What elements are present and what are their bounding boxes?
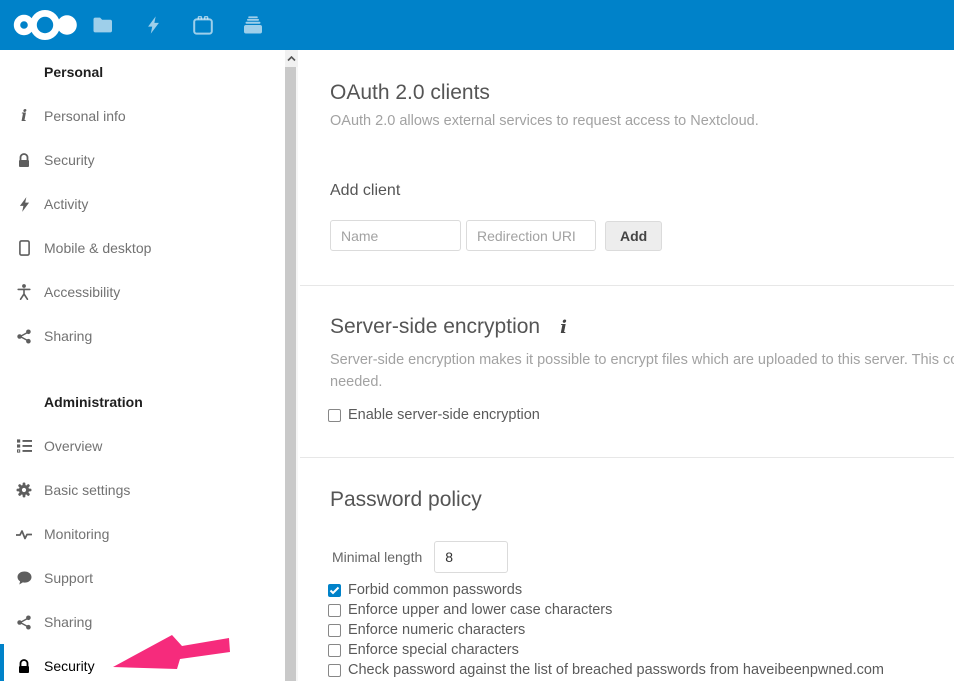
lock-icon (16, 659, 32, 674)
sidebar-caption-administration: Administration (0, 380, 300, 424)
enforce-upper-lower-checkbox[interactable]: Enforce upper and lower case characters (328, 600, 884, 620)
checkbox-unchecked[interactable] (328, 604, 341, 617)
accessibility-icon (16, 284, 32, 300)
sidebar-item-security-personal[interactable]: Security (0, 138, 300, 182)
sidebar-caption-personal: Personal (0, 50, 300, 94)
sidebar-section-gap (0, 358, 300, 380)
list-icon (16, 439, 32, 453)
share-icon (16, 329, 32, 344)
files-folder-icon[interactable] (78, 0, 128, 50)
sidebar-item-sharing-admin[interactable]: Sharing (0, 600, 300, 644)
password-policy-title: Password policy (330, 488, 482, 512)
sidebar-item-security-admin[interactable]: Security (0, 644, 300, 681)
chat-icon (16, 571, 32, 585)
sidebar-scrollbar (285, 50, 298, 681)
redirection-uri-input[interactable] (466, 220, 596, 251)
checkbox-unchecked[interactable] (328, 624, 341, 637)
sidebar-item-monitoring[interactable]: Monitoring (0, 512, 300, 556)
encryption-description-line2: needed. (330, 374, 954, 390)
minimal-length-input[interactable] (434, 541, 508, 573)
scrollbar-up-button[interactable] (285, 50, 298, 67)
info-icon[interactable]: i (560, 317, 567, 338)
checkbox-unchecked[interactable] (328, 664, 341, 677)
info-icon: i (16, 108, 32, 124)
oauth-title: OAuth 2.0 clients (330, 81, 490, 105)
sidebar-item-overview[interactable]: Overview (0, 424, 300, 468)
sidebar-item-activity[interactable]: Activity (0, 182, 300, 226)
sidebar-item-accessibility[interactable]: Accessibility (0, 270, 300, 314)
sidebar-item-personal-info[interactable]: i Personal info (0, 94, 300, 138)
nextcloud-logo-icon (12, 8, 78, 42)
activity-bolt-icon[interactable] (128, 0, 178, 50)
client-name-input[interactable] (330, 220, 461, 251)
lock-icon (16, 153, 32, 168)
check-haveibeenpwned-checkbox[interactable]: Check password against the list of breac… (328, 660, 884, 680)
checkbox-checked[interactable] (328, 584, 341, 597)
add-client-label: Add client (330, 182, 400, 200)
gear-icon (16, 482, 32, 498)
calendar-icon[interactable] (178, 0, 228, 50)
sidebar-item-basic-settings[interactable]: Basic settings (0, 468, 300, 512)
password-policy-section: Password policy Minimal length Forbid co… (300, 457, 954, 681)
sidebar-item-sharing-personal[interactable]: Sharing (0, 314, 300, 358)
settings-content: OAuth 2.0 clients OAuth 2.0 allows exter… (300, 50, 954, 681)
settings-sidebar: Personal i Personal info Security Activi… (0, 50, 300, 681)
nextcloud-logo[interactable] (12, 8, 78, 42)
encryption-description-line1: Server-side encryption makes it possible… (330, 352, 954, 368)
checkbox-unchecked[interactable] (328, 409, 341, 422)
oauth-description: OAuth 2.0 allows external services to re… (330, 113, 759, 129)
nextcloud-settings-page: Personal i Personal info Security Activi… (0, 0, 954, 681)
bolt-icon (16, 197, 32, 212)
sidebar-item-mobile-desktop[interactable]: Mobile & desktop (0, 226, 300, 270)
sidebar-item-support[interactable]: Support (0, 556, 300, 600)
checkmark-icon (329, 586, 340, 595)
encryption-title: Server-side encryptioni (330, 315, 567, 339)
checkbox-unchecked[interactable] (328, 644, 341, 657)
add-client-button[interactable]: Add (605, 221, 662, 251)
top-header-bar (0, 0, 954, 50)
password-policy-options: Forbid common passwords Enforce upper an… (328, 580, 884, 680)
enable-encryption-checkbox[interactable]: Enable server-side encryption (328, 405, 540, 425)
deck-icon[interactable] (228, 0, 278, 50)
monitoring-icon (16, 528, 32, 540)
enforce-special-checkbox[interactable]: Enforce special characters (328, 640, 884, 660)
forbid-common-passwords-checkbox[interactable]: Forbid common passwords (328, 580, 884, 600)
share-icon (16, 615, 32, 630)
chevron-up-icon (287, 56, 296, 62)
enforce-numeric-checkbox[interactable]: Enforce numeric characters (328, 620, 884, 640)
minimal-length-row: Minimal length (332, 541, 508, 573)
minimal-length-label: Minimal length (332, 549, 422, 565)
phone-icon (16, 240, 32, 256)
scrollbar-thumb[interactable] (285, 67, 296, 681)
encryption-section: Server-side encryptioni Server-side encr… (300, 285, 954, 457)
oauth-section: OAuth 2.0 clients OAuth 2.0 allows exter… (300, 50, 954, 285)
